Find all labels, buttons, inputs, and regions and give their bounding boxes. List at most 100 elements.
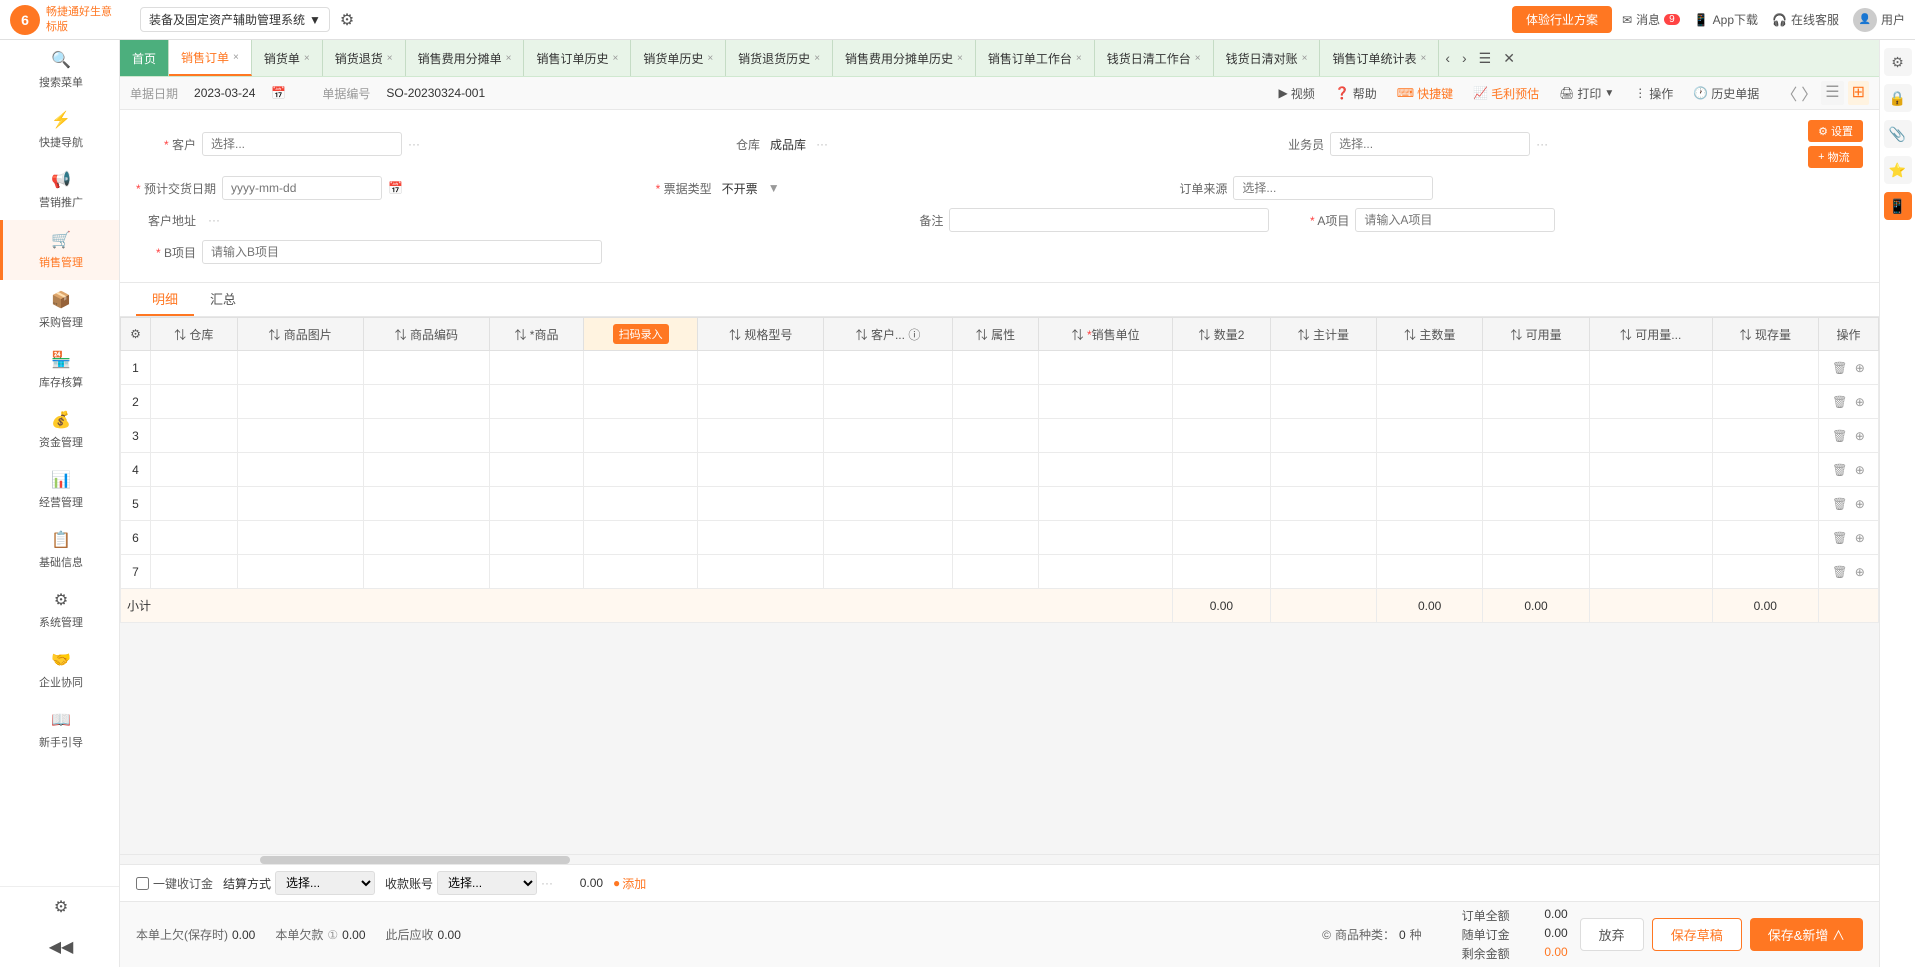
customer-input[interactable] (202, 132, 402, 156)
a-project-input[interactable] (1355, 208, 1555, 232)
th-attribute[interactable]: ⇅ 属性 (952, 318, 1039, 351)
sidebar-item-operation[interactable]: 📊 经营管理 (0, 460, 119, 520)
cell-main-unit[interactable] (1270, 521, 1376, 555)
cell-current-stock[interactable] (1712, 487, 1818, 521)
tab-sales-fee-split[interactable]: 销售费用分摊单 × (406, 40, 525, 76)
cell-available[interactable] (1483, 419, 1589, 453)
th-customer-code[interactable]: ⇅ 客户... ⓘ (824, 318, 952, 351)
rs-mobile-btn[interactable]: 📱 (1884, 192, 1912, 220)
cell-available[interactable] (1483, 555, 1589, 589)
tab-close-cash-day-workbench[interactable]: × (1195, 53, 1201, 64)
cell-quantity2[interactable] (1173, 521, 1271, 555)
tab-next-button[interactable]: › (1456, 40, 1473, 76)
copy-icon[interactable]: ⊕ (1855, 497, 1865, 511)
cell-current-stock[interactable] (1712, 453, 1818, 487)
cell-spec[interactable] (698, 419, 824, 453)
th-quantity2[interactable]: ⇅ 数量2 (1173, 318, 1271, 351)
cell-main-quantity[interactable] (1376, 351, 1482, 385)
cell-sales-unit[interactable] (1039, 555, 1173, 589)
tab-close-sales-fee-split[interactable]: × (506, 53, 512, 64)
message-button[interactable]: ✉ 消息 9 (1622, 11, 1680, 28)
view-video-button[interactable]: ▶ 视频 (1273, 83, 1321, 104)
sidebar-settings-button[interactable]: ⚙ (0, 887, 119, 927)
cell-current-stock[interactable] (1712, 521, 1818, 555)
cell-main-unit[interactable] (1270, 385, 1376, 419)
cell-available[interactable] (1483, 487, 1589, 521)
tab-cash-day-workbench[interactable]: 钱货日清工作台 × (1095, 40, 1214, 76)
cell-product-code[interactable] (363, 351, 489, 385)
cell-attribute[interactable] (952, 453, 1039, 487)
cell-product-img[interactable] (237, 555, 363, 589)
cell-spec[interactable] (698, 555, 824, 589)
delete-icon[interactable]: 🗑 (1832, 361, 1847, 375)
cell-product[interactable] (489, 555, 583, 589)
cell-quantity2[interactable] (1173, 351, 1271, 385)
settings-quick-btn[interactable]: ⚙ 设置 (1808, 120, 1863, 142)
th-current-stock[interactable]: ⇅ 现存量 (1712, 318, 1818, 351)
cell-scan[interactable] (584, 351, 698, 385)
date-picker-icon[interactable]: 📅 (388, 181, 403, 195)
th-main-unit[interactable]: ⇅ 主计量 (1270, 318, 1376, 351)
one-click-checkbox-input[interactable] (136, 877, 149, 890)
cell-current-stock[interactable] (1712, 555, 1818, 589)
cell-available2[interactable] (1589, 453, 1712, 487)
delete-icon[interactable]: 🗑 (1832, 463, 1847, 477)
rs-settings-btn[interactable]: ⚙ (1884, 48, 1912, 76)
cell-available2[interactable] (1589, 555, 1712, 589)
cell-attribute[interactable] (952, 487, 1039, 521)
save-draft-button[interactable]: 保存草稿 (1652, 918, 1742, 951)
online-service-button[interactable]: 🎧 在线客服 (1772, 11, 1839, 28)
cell-product[interactable] (489, 453, 583, 487)
cell-scan[interactable] (584, 487, 698, 521)
app-download-button[interactable]: 📱 App下载 (1694, 11, 1758, 28)
scan-input-button[interactable]: 扫码录入 (613, 324, 669, 344)
one-click-payment-checkbox[interactable]: 一键收订金 (136, 875, 213, 892)
cell-quantity2[interactable] (1173, 453, 1271, 487)
cell-spec[interactable] (698, 453, 824, 487)
cell-spec[interactable] (698, 385, 824, 419)
cell-sales-unit[interactable] (1039, 521, 1173, 555)
user-menu[interactable]: 👤 用户 (1853, 8, 1905, 32)
cell-quantity2[interactable] (1173, 555, 1271, 589)
notes-input[interactable] (949, 208, 1269, 232)
account-select[interactable]: 选择... (437, 871, 537, 895)
order-source-input[interactable] (1233, 176, 1433, 200)
cell-product-code[interactable] (363, 385, 489, 419)
cell-product-img[interactable] (237, 419, 363, 453)
rs-attachment-btn[interactable]: 📎 (1884, 120, 1912, 148)
rs-lock-btn[interactable]: 🔒 (1884, 84, 1912, 112)
delete-icon[interactable]: 🗑 (1832, 531, 1847, 545)
cell-warehouse[interactable] (151, 453, 238, 487)
sidebar-item-search[interactable]: 🔍 搜索菜单 (0, 40, 119, 100)
cell-available2[interactable] (1589, 487, 1712, 521)
tab-summary[interactable]: 汇总 (194, 283, 252, 316)
th-product-code[interactable]: ⇅ 商品编码 (363, 318, 489, 351)
cell-available[interactable] (1483, 385, 1589, 419)
profit-button[interactable]: 📈 毛利预估 (1467, 83, 1545, 104)
cell-available2[interactable] (1589, 419, 1712, 453)
sidebar-item-inventory[interactable]: 🏪 库存核算 (0, 340, 119, 400)
cell-product[interactable] (489, 521, 583, 555)
sidebar-collapse-button[interactable]: ◀◀ (0, 927, 119, 967)
cell-spec[interactable] (698, 521, 824, 555)
logistics-btn[interactable]: + 物流 (1808, 146, 1863, 168)
ops-button[interactable]: ⋮ 操作 (1628, 83, 1679, 104)
cell-sales-unit[interactable] (1039, 453, 1173, 487)
tab-cash-day-reconcile[interactable]: 钱货日清对账 × (1214, 40, 1321, 76)
cell-scan[interactable] (584, 385, 698, 419)
tab-detail[interactable]: 明细 (136, 283, 194, 316)
tab-close-sales-order-summary[interactable]: × (1420, 53, 1426, 64)
th-sales-unit[interactable]: ⇅ *销售单位 (1039, 318, 1173, 351)
cell-warehouse[interactable] (151, 521, 238, 555)
cell-main-unit[interactable] (1270, 453, 1376, 487)
cell-spec[interactable] (698, 351, 824, 385)
cell-warehouse[interactable] (151, 351, 238, 385)
copy-icon[interactable]: ⊕ (1855, 565, 1865, 579)
th-spec[interactable]: ⇅ 规格型号 (698, 318, 824, 351)
sidebar-item-guide[interactable]: 📖 新手引导 (0, 700, 119, 760)
cell-warehouse[interactable] (151, 487, 238, 521)
sidebar-item-finance[interactable]: 💰 资金管理 (0, 400, 119, 460)
customer-address-more-icon[interactable]: ··· (208, 213, 220, 227)
calendar-icon[interactable]: 📅 (271, 86, 286, 100)
cell-available[interactable] (1483, 351, 1589, 385)
